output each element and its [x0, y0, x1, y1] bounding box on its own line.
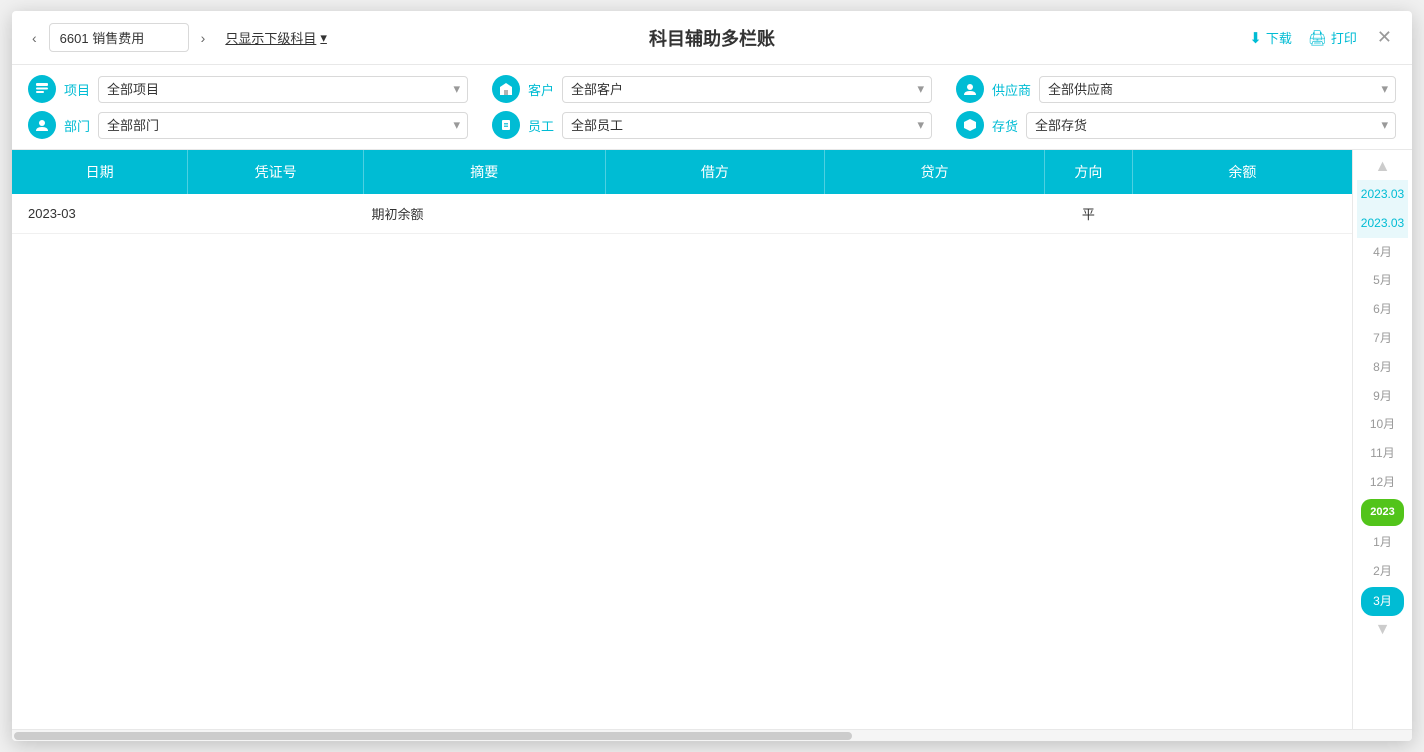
timeline-down-button[interactable]: ▼ [1353, 617, 1412, 643]
col-summary: 摘要 [363, 150, 605, 194]
table-row: 2023-03 期初余额 平 [12, 194, 1352, 234]
timeline-item[interactable]: 2023.03 [1357, 209, 1408, 238]
project-select[interactable]: 全部项目 [98, 76, 468, 103]
page-title: 科目辅助多栏账 [649, 25, 775, 51]
content-area: 日期 凭证号 摘要 借方 贷方 方向 余额 2023-03 期初余额 平 ▲ 202… [12, 150, 1412, 729]
filters-area: 项目 全部项目 客户 全部客户 [12, 65, 1412, 150]
department-icon [28, 111, 56, 139]
filter-customer: 客户 全部客户 [492, 75, 932, 103]
header-left: ‹ 6601 销售费用 › 只显示下级科目 ▾ [28, 23, 327, 52]
customer-select-wrapper: 全部客户 [562, 76, 932, 103]
supplier-icon [956, 75, 984, 103]
show-sub-label: 只显示下级科目 [225, 28, 316, 47]
prev-account-button[interactable]: ‹ [28, 28, 41, 48]
filter-project: 项目 全部项目 [28, 75, 468, 103]
timeline-item[interactable]: 1月 [1357, 528, 1408, 557]
col-credit: 贷方 [825, 150, 1045, 194]
col-direction: 方向 [1044, 150, 1132, 194]
supplier-select[interactable]: 全部供应商 [1039, 76, 1396, 103]
customer-icon [492, 75, 520, 103]
timeline-item[interactable]: 6月 [1357, 295, 1408, 324]
employee-select-wrapper: 全部员工 [562, 112, 932, 139]
scroll-thumb[interactable] [14, 732, 852, 740]
project-label: 项目 [64, 80, 90, 99]
timeline-item[interactable]: 2023.03 [1357, 180, 1408, 209]
timeline-items: 2023.032023.034月5月6月7月8月9月10月11月12月20231… [1357, 180, 1408, 617]
print-icon: 🖨 [1308, 29, 1327, 47]
employee-select[interactable]: 全部员工 [562, 112, 932, 139]
table-cell: 期初余额 [363, 194, 605, 234]
account-code-display: 6601 销售费用 [49, 23, 189, 52]
timeline-item[interactable]: 4月 [1357, 238, 1408, 267]
timeline-item[interactable]: 10月 [1357, 410, 1408, 439]
header-actions: ⬇ 下载 🖨 打印 ✕ [1249, 27, 1396, 48]
employee-label: 员工 [528, 116, 554, 135]
show-sub-dropdown-icon: ▾ [320, 30, 327, 46]
timeline-sidebar: ▲ 2023.032023.034月5月6月7月8月9月10月11月12月202… [1352, 150, 1412, 729]
supplier-select-wrapper: 全部供应商 [1039, 76, 1396, 103]
show-sub-accounts-button[interactable]: 只显示下级科目 ▾ [225, 28, 327, 47]
employee-icon [492, 111, 520, 139]
table-cell: 2023-03 [12, 194, 188, 234]
next-account-button[interactable]: › [197, 28, 210, 48]
timeline-item[interactable]: 2023 [1361, 499, 1404, 526]
timeline-item[interactable]: 11月 [1357, 439, 1408, 468]
table-cell [825, 194, 1045, 234]
header: ‹ 6601 销售费用 › 只显示下级科目 ▾ 科目辅助多栏账 ⬇ 下载 🖨 打… [12, 11, 1412, 65]
print-button[interactable]: 🖨 打印 [1308, 28, 1357, 47]
inventory-label: 存货 [992, 116, 1018, 135]
table-cell: 平 [1044, 194, 1132, 234]
table-cell [1132, 194, 1352, 234]
download-icon: ⬇ [1249, 29, 1262, 47]
table-container[interactable]: 日期 凭证号 摘要 借方 贷方 方向 余额 2023-03 期初余额 平 [12, 150, 1352, 729]
timeline-item[interactable]: 12月 [1357, 468, 1408, 497]
filter-employee: 员工 全部员工 [492, 111, 932, 139]
horizontal-scrollbar[interactable] [12, 729, 1412, 741]
filter-supplier: 供应商 全部供应商 [956, 75, 1396, 103]
filter-row-2: 部门 全部部门 员工 全部员工 [28, 111, 1396, 139]
filter-inventory: 存货 全部存货 [956, 111, 1396, 139]
supplier-label: 供应商 [992, 80, 1031, 99]
department-label: 部门 [64, 116, 90, 135]
ledger-table: 日期 凭证号 摘要 借方 贷方 方向 余额 2023-03 期初余额 平 [12, 150, 1352, 234]
col-date: 日期 [12, 150, 188, 194]
timeline-item[interactable]: 8月 [1357, 353, 1408, 382]
timeline-up-button[interactable]: ▲ [1353, 154, 1412, 180]
col-debit: 借方 [605, 150, 825, 194]
customer-label: 客户 [528, 80, 554, 99]
main-modal: ‹ 6601 销售费用 › 只显示下级科目 ▾ 科目辅助多栏账 ⬇ 下载 🖨 打… [12, 11, 1412, 741]
table-cell [605, 194, 825, 234]
col-balance: 余额 [1132, 150, 1352, 194]
close-button[interactable]: ✕ [1373, 27, 1396, 48]
inventory-select-wrapper: 全部存货 [1026, 112, 1396, 139]
timeline-item[interactable]: 9月 [1357, 382, 1408, 411]
customer-select[interactable]: 全部客户 [562, 76, 932, 103]
inventory-select[interactable]: 全部存货 [1026, 112, 1396, 139]
col-voucher: 凭证号 [188, 150, 364, 194]
filter-department: 部门 全部部门 [28, 111, 468, 139]
inventory-icon [956, 111, 984, 139]
timeline-item[interactable]: 5月 [1357, 266, 1408, 295]
timeline-item[interactable]: 2月 [1357, 557, 1408, 586]
download-button[interactable]: ⬇ 下载 [1249, 28, 1292, 47]
print-label: 打印 [1331, 28, 1357, 47]
timeline-item[interactable]: 7月 [1357, 324, 1408, 353]
department-select[interactable]: 全部部门 [98, 112, 468, 139]
project-icon [28, 75, 56, 103]
department-select-wrapper: 全部部门 [98, 112, 468, 139]
filter-row-1: 项目 全部项目 客户 全部客户 [28, 75, 1396, 103]
timeline-item[interactable]: 3月 [1361, 587, 1404, 616]
project-select-wrapper: 全部项目 [98, 76, 468, 103]
download-label: 下载 [1266, 28, 1292, 47]
table-cell [188, 194, 364, 234]
